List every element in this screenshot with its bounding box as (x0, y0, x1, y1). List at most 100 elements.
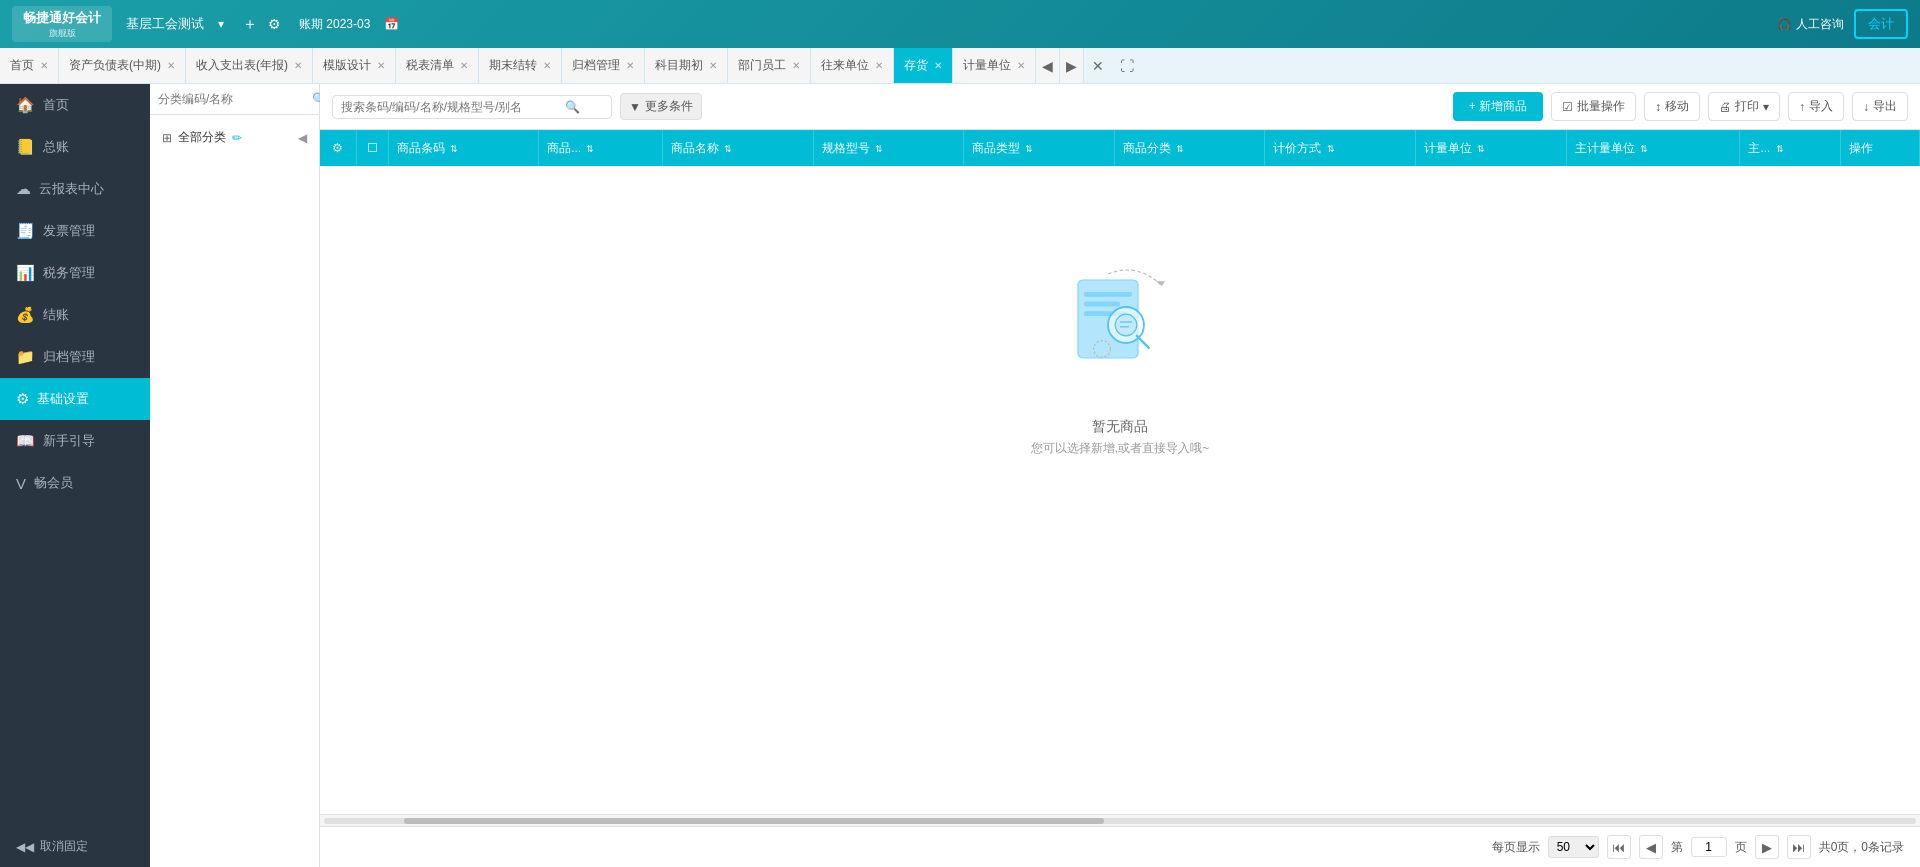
th-price-method[interactable]: 计价方式 ⇅ (1265, 130, 1416, 166)
svg-line-6 (1137, 336, 1149, 348)
tab-contacts[interactable]: 往来单位 ✕ (811, 48, 894, 84)
category-all-item[interactable]: ⊞ 全部分类 ✏ ◀ (158, 123, 311, 152)
tab-contacts-close[interactable]: ✕ (875, 60, 883, 71)
sidebar-item-cloud[interactable]: ☁ 云报表中心 (0, 168, 150, 210)
unpin-button[interactable]: ◀◀ 取消固定 (0, 826, 150, 867)
tab-template-close[interactable]: ✕ (377, 60, 385, 71)
category-all-label: 全部分类 (178, 129, 226, 146)
tab-dept-close[interactable]: ✕ (792, 60, 800, 71)
sidebar-item-closing[interactable]: 💰 结账 (0, 294, 150, 336)
sidebar-item-archive[interactable]: 📁 归档管理 (0, 336, 150, 378)
tab-contacts-label: 往来单位 (821, 57, 869, 74)
per-page-select[interactable]: 50 100 200 (1548, 836, 1599, 858)
import-button[interactable]: ↑ 导入 (1788, 92, 1844, 121)
consult-button[interactable]: 🎧 人工咨询 (1777, 16, 1844, 33)
cloud-icon: ☁ (16, 180, 31, 198)
collapse-icon[interactable]: ◀ (298, 131, 307, 145)
sidebar-item-ledger[interactable]: 📒 总账 (0, 126, 150, 168)
toolbar: 🔍 ▼ 更多条件 + 新增商品 ☑ 批量操作 ↕ 移动 (320, 84, 1920, 130)
category-search: 🔍 (150, 84, 319, 115)
tab-income[interactable]: 收入支出表(年报) ✕ (186, 48, 313, 84)
tab-home-close[interactable]: ✕ (40, 60, 48, 71)
product-search-input[interactable] (341, 100, 561, 114)
tab-tax[interactable]: 税表清单 ✕ (396, 48, 479, 84)
tab-balance-close[interactable]: ✕ (167, 60, 175, 71)
tab-subject[interactable]: 科目期初 ✕ (645, 48, 728, 84)
product-search-icon[interactable]: 🔍 (565, 100, 580, 114)
account-button[interactable]: 会计 (1854, 9, 1908, 39)
scrollbar-thumb[interactable] (404, 818, 1104, 824)
tab-balance[interactable]: 资产负债表(中期) ✕ (59, 48, 186, 84)
tab-subject-close[interactable]: ✕ (709, 60, 717, 71)
tab-unit[interactable]: 计量单位 ✕ (953, 48, 1036, 84)
move-button[interactable]: ↕ 移动 (1644, 92, 1700, 121)
tab-dept[interactable]: 部门员工 ✕ (728, 48, 811, 84)
th-spec[interactable]: 规格型号 ⇅ (813, 130, 964, 166)
tab-archive[interactable]: 归档管理 ✕ (562, 48, 645, 84)
logo-sub: 旗舰版 (49, 27, 76, 40)
th-name[interactable]: 商品名称 ⇅ (662, 130, 813, 166)
tab-archive-close[interactable]: ✕ (626, 60, 634, 71)
print-button[interactable]: 🖨 打印 ▾ (1708, 92, 1780, 121)
tab-inventory[interactable]: 存货 ✕ (894, 48, 953, 84)
page-number-input[interactable] (1691, 837, 1727, 857)
batch-operations-button[interactable]: ☑ 批量操作 (1551, 92, 1636, 121)
headset-icon: 🎧 (1777, 17, 1792, 31)
add-tab-button[interactable]: ＋ (242, 14, 258, 35)
th-main-unit[interactable]: 主计量单位 ⇅ (1566, 130, 1740, 166)
sidebar-item-basic[interactable]: ⚙ 基础设置 (0, 378, 150, 420)
add-product-button[interactable]: + 新增商品 (1453, 92, 1543, 121)
th-type[interactable]: 商品类型 ⇅ (964, 130, 1115, 166)
sidebar-item-member[interactable]: V 畅会员 (0, 462, 150, 504)
th-code[interactable]: 商品... ⇅ (539, 130, 663, 166)
sidebar-item-invoice[interactable]: 🧾 发票管理 (0, 210, 150, 252)
th-main-abbr[interactable]: 主... ⇅ (1740, 130, 1841, 166)
th-barcode[interactable]: 商品条码 ⇅ (388, 130, 539, 166)
tab-template-label: 模版设计 (323, 57, 371, 74)
expand-button[interactable]: ⛶ (1112, 48, 1142, 84)
tab-template[interactable]: 模版设计 ✕ (313, 48, 396, 84)
tab-period-end-close[interactable]: ✕ (543, 60, 551, 71)
tab-unit-close[interactable]: ✕ (1017, 60, 1025, 71)
scrollbar-track[interactable] (324, 818, 1916, 824)
inner-layout: 🔍 ⊞ 全部分类 ✏ ◀ 🔍 (150, 84, 1920, 867)
sidebar-item-guide[interactable]: 📖 新手引导 (0, 420, 150, 462)
tab-period-end[interactable]: 期末结转 ✕ (479, 48, 562, 84)
ledger-icon: 📒 (16, 138, 35, 156)
sidebar-item-cloud-label: 云报表中心 (39, 180, 104, 198)
sidebar-item-tax-label: 税务管理 (43, 264, 95, 282)
th-settings[interactable]: ⚙ (320, 130, 356, 166)
svg-point-5 (1115, 314, 1137, 336)
calendar-icon[interactable]: 📅 (384, 17, 399, 31)
svg-rect-2 (1084, 302, 1120, 307)
edit-category-icon[interactable]: ✏ (232, 131, 242, 145)
th-category[interactable]: 商品分类 ⇅ (1114, 130, 1265, 166)
sidebar-item-tax[interactable]: 📊 税务管理 (0, 252, 150, 294)
tab-prev-button[interactable]: ◀ (1036, 48, 1060, 84)
tab-next-button[interactable]: ▶ (1060, 48, 1084, 84)
tab-home[interactable]: 首页 ✕ (0, 48, 59, 84)
first-page-button[interactable]: ⏮ (1607, 835, 1631, 859)
last-page-button[interactable]: ⏭ (1787, 835, 1811, 859)
horizontal-scrollbar[interactable] (320, 814, 1920, 826)
tab-inventory-close[interactable]: ✕ (934, 60, 942, 71)
export-icon: ↓ (1863, 100, 1869, 114)
logo-title: 畅捷通好会计 (23, 9, 101, 27)
sidebar-item-home[interactable]: 🏠 首页 (0, 84, 150, 126)
guide-icon: 📖 (16, 432, 35, 450)
th-checkbox[interactable]: ☐ (356, 130, 388, 166)
tab-dept-label: 部门员工 (738, 57, 786, 74)
sidebar-item-ledger-label: 总账 (43, 138, 69, 156)
more-filter-button[interactable]: ▼ 更多条件 (620, 93, 702, 120)
sidebar-item-invoice-label: 发票管理 (43, 222, 95, 240)
next-page-button[interactable]: ▶ (1755, 835, 1779, 859)
tab-income-close[interactable]: ✕ (294, 60, 302, 71)
close-all-tabs-button[interactable]: ✕ (1084, 48, 1112, 84)
export-button[interactable]: ↓ 导出 (1852, 92, 1908, 121)
settings-icon[interactable]: ⚙ (268, 16, 281, 32)
tab-tax-close[interactable]: ✕ (460, 60, 468, 71)
th-unit[interactable]: 计量单位 ⇅ (1416, 130, 1567, 166)
company-dropdown-icon[interactable]: ▾ (218, 17, 224, 31)
prev-page-button[interactable]: ◀ (1639, 835, 1663, 859)
category-search-input[interactable] (158, 92, 308, 106)
